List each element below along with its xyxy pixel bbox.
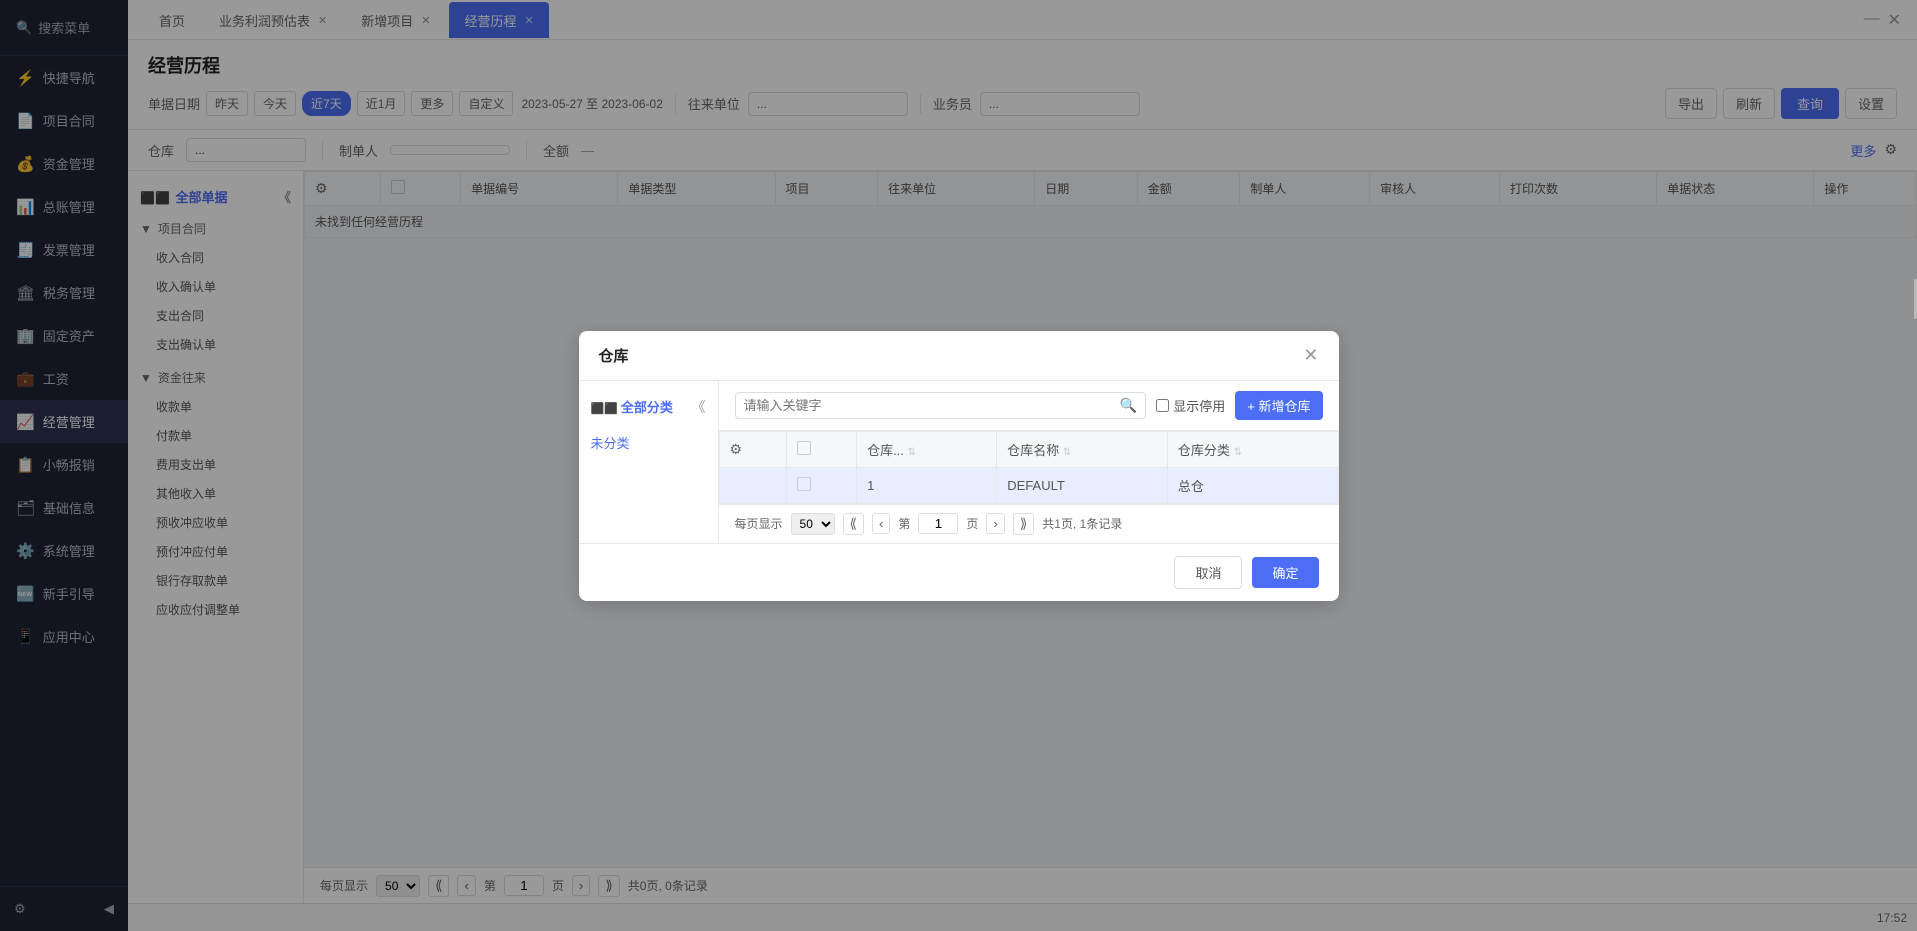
row-checkbox-icon [797,477,811,491]
modal-last-page[interactable]: ⟫ [1013,513,1034,535]
modal-th-gear[interactable]: ⚙ [719,431,786,467]
modal-prev-page[interactable]: ‹ [872,513,890,534]
modal-table-container: ⚙ 仓库... ⇅ 仓库名称 ⇅ [719,431,1339,504]
modal-sidebar: ⬛⬛全部分类 《 未分类 [579,381,719,543]
modal-next-page[interactable]: › [986,513,1004,534]
row-id: 1 [857,467,997,503]
modal-overlay: 仓库 ✕ ⬛⬛全部分类 《 未分类 🔍 [0,0,1917,931]
row-checkbox[interactable] [786,467,856,503]
modal-pagination: 每页显示 50 ⟪ ‹ 第 页 › ⟫ 共1页, 1条记录 [719,504,1339,543]
cancel-button[interactable]: 取消 [1174,556,1242,589]
row-gear [719,467,786,503]
modal-sidebar-title: ⬛⬛全部分类 [591,397,673,416]
modal-search-icon: 🔍 [1120,397,1137,414]
add-warehouse-button[interactable]: + 新增仓库 [1235,391,1322,420]
modal-th-gear-icon: ⚙ [730,441,743,457]
modal-header: 仓库 ✕ [579,331,1339,381]
modal-page-suffix: 页 [966,515,978,532]
modal-total-text: 共1页, 1条记录 [1042,515,1122,532]
modal-sidebar-item-unclassified[interactable]: 未分类 [579,425,718,460]
row-name: 总仓 [1167,467,1338,503]
modal-table: ⚙ 仓库... ⇅ 仓库名称 ⇅ [719,431,1339,504]
modal-main: 🔍 显示停用 + 新增仓库 ⚙ [719,381,1339,543]
modal-search-input[interactable] [744,398,1120,413]
modal-first-page[interactable]: ⟪ [843,513,864,535]
modal-th-checkbox-icon [797,441,811,455]
modal-per-page-select[interactable]: 50 [791,513,835,535]
warehouse-modal: 仓库 ✕ ⬛⬛全部分类 《 未分类 🔍 [579,331,1339,601]
modal-th-category: 仓库分类 ⇅ [1167,431,1338,467]
modal-search-bar: 🔍 [735,392,1147,419]
modal-actions: 取消 确定 [579,543,1339,601]
modal-sidebar-collapse[interactable]: 《 [692,397,706,417]
modal-title: 仓库 [599,345,629,366]
modal-body: ⬛⬛全部分类 《 未分类 🔍 显示停用 [579,381,1339,543]
show-disabled-checkbox-input[interactable] [1156,399,1169,412]
modal-th-name: 仓库名称 ⇅ [997,431,1168,467]
modal-close-button[interactable]: ✕ [1303,345,1318,366]
modal-sidebar-header: ⬛⬛全部分类 《 [579,389,718,425]
modal-th-checkbox[interactable] [786,431,856,467]
modal-table-row[interactable]: 1 DEFAULT 总仓 [719,467,1338,503]
modal-toolbar: 🔍 显示停用 + 新增仓库 [719,381,1339,431]
modal-page-input[interactable] [918,513,958,534]
modal-th-id: 仓库... ⇅ [857,431,997,467]
sort-icon-id: ⇅ [908,447,916,458]
modal-page-prefix: 第 [898,515,910,532]
sort-icon-name: ⇅ [1063,447,1071,458]
modal-per-page-label: 每页显示 [735,515,783,532]
sort-icon-category: ⇅ [1233,447,1241,458]
show-disabled-checkbox[interactable]: 显示停用 [1156,396,1225,415]
modal-table-header: ⚙ 仓库... ⇅ 仓库名称 ⇅ [719,431,1338,467]
row-code: DEFAULT [997,467,1168,503]
confirm-button[interactable]: 确定 [1252,557,1318,588]
